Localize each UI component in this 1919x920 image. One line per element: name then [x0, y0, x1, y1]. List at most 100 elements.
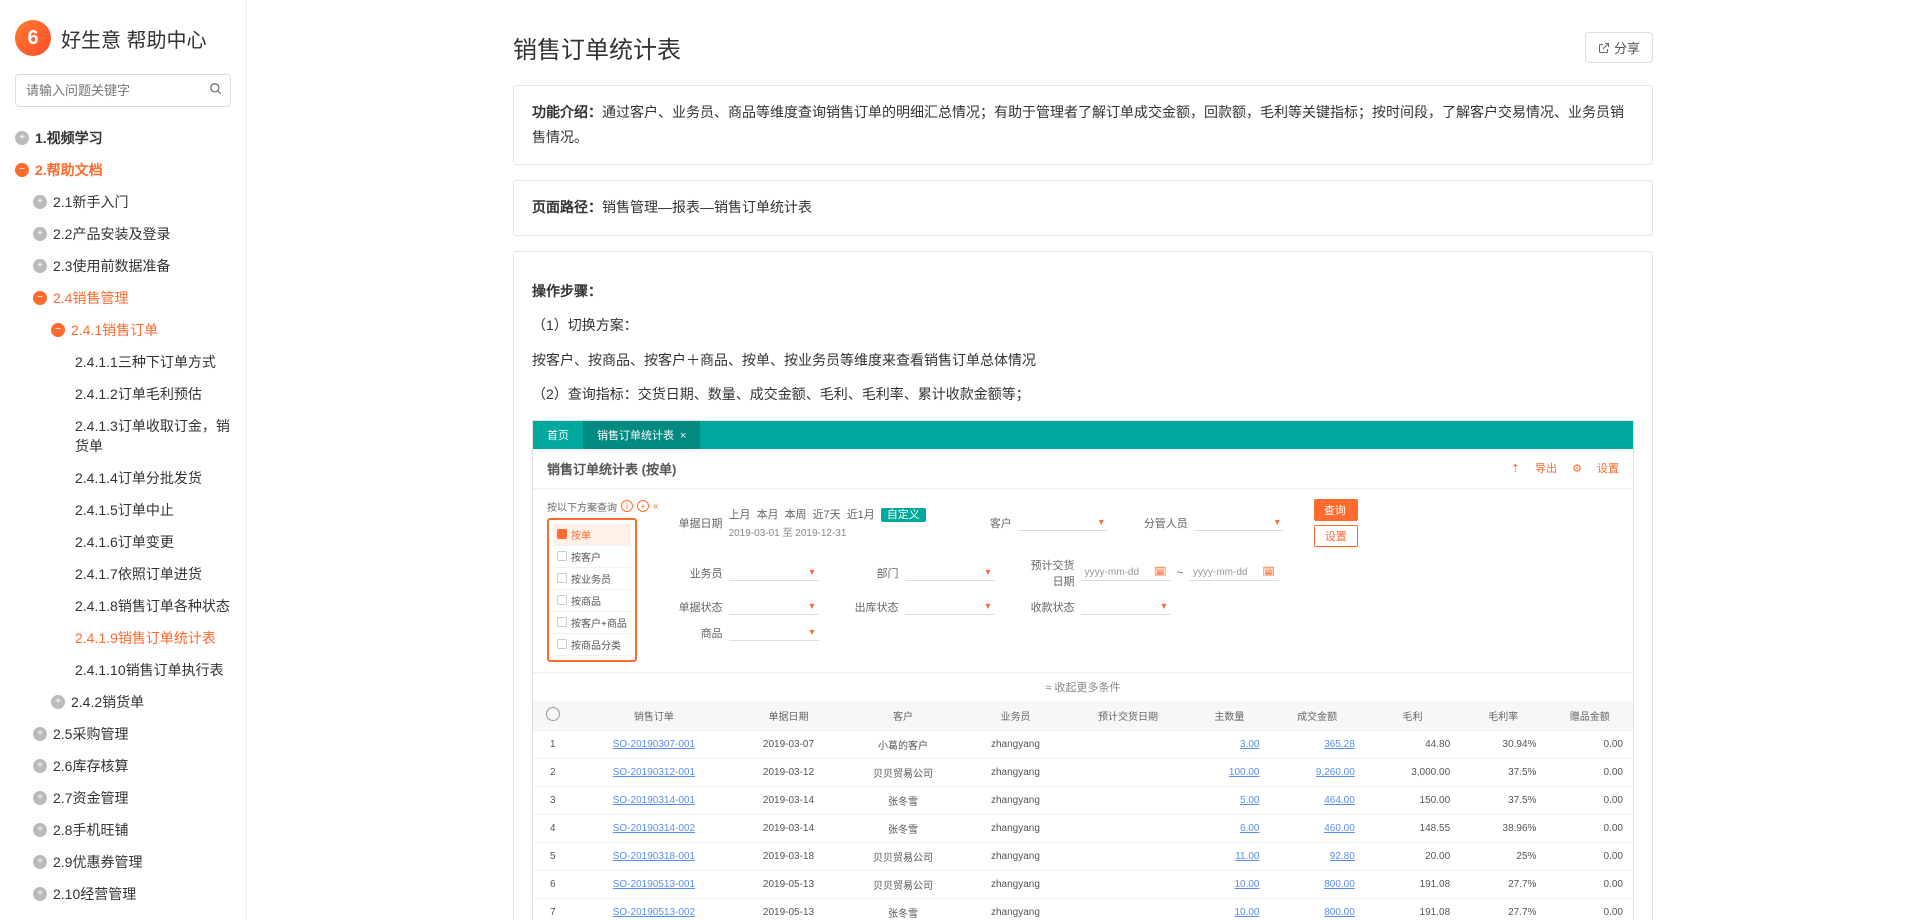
nav-item-242[interactable]: +2.4.2销货单	[51, 689, 231, 715]
scheme-option[interactable]: 按单	[553, 524, 631, 546]
nav-item-210[interactable]: +2.10经营管理	[33, 881, 231, 907]
nav-item-video[interactable]: +1.视频学习	[15, 125, 231, 151]
nav-item-26[interactable]: +2.6库存核算	[33, 753, 231, 779]
nav-item-24110[interactable]: 2.4.1.10销售订单执行表	[75, 657, 231, 683]
scheme-option[interactable]: 按客户	[553, 546, 631, 568]
recvstatus-select[interactable]: ▾	[1081, 599, 1171, 615]
export-link[interactable]: ⇡ 导出	[1511, 463, 1557, 475]
intro-card: 功能介绍：通过客户、业务员、商品等维度查询销售订单的明细汇总情况；有助于管理者了…	[513, 85, 1653, 165]
step1-text: 按客户、按商品、按客户＋商品、按单、按业务员等维度来查看销售订单总体情况	[532, 347, 1634, 374]
table-row[interactable]: 4SO-20190314-0022019-03-14张冬雪zhangyang6.…	[533, 814, 1633, 842]
steps-heading: 操作步骤：	[532, 278, 1634, 305]
plus-icon: +	[33, 759, 47, 773]
plus-icon: +	[33, 727, 47, 741]
plus-icon: +	[15, 131, 29, 145]
status-select[interactable]: ▾	[729, 599, 819, 615]
plus-icon: +	[33, 227, 47, 241]
path-card: 页面路径：销售管理—报表—销售订单统计表	[513, 180, 1653, 235]
query-button[interactable]: 查询	[1314, 499, 1358, 521]
nav-item-2412[interactable]: 2.4.1.2订单毛利预估	[75, 381, 231, 407]
nav-tree: +1.视频学习 −2.帮助文档 +2.1新手入门 +2.2产品安装及登录 +2.…	[15, 125, 231, 907]
plus-icon: +	[51, 695, 65, 709]
table-row[interactable]: 5SO-20190318-0012019-03-18贝贝贸易公司zhangyan…	[533, 842, 1633, 870]
nav-item-25[interactable]: +2.5采购管理	[33, 721, 231, 747]
salesperson-select[interactable]: ▾	[729, 565, 819, 581]
logo-icon: 6	[15, 20, 51, 56]
share-button[interactable]: 分享	[1585, 32, 1653, 63]
customer-select[interactable]: ▾	[1018, 515, 1108, 531]
nav-item-2413[interactable]: 2.4.1.3订单收取订金，销货单	[75, 413, 231, 459]
embedded-report-1: 首页 销售订单统计表 销售订单统计表 (按单) ⇡ 导出 ⚙ 设置 按以下方案查…	[532, 420, 1634, 920]
nav-item-24[interactable]: −2.4销售管理	[33, 285, 231, 311]
intro-text: 通过客户、业务员、商品等维度查询销售订单的明细汇总情况；有助于管理者了解订单成交…	[532, 104, 1624, 145]
nav-item-2417[interactable]: 2.4.1.7依照订单进货	[75, 561, 231, 587]
nav-item-2416[interactable]: 2.4.1.6订单变更	[75, 529, 231, 555]
date-from[interactable]: yyyy-mm-dd🗓	[1081, 565, 1171, 581]
nav-item-23[interactable]: +2.3使用前数据准备	[33, 253, 231, 279]
table-row[interactable]: 2SO-20190312-0012019-03-12贝贝贸易公司zhangyan…	[533, 758, 1633, 786]
intro-label: 功能介绍：	[532, 104, 602, 120]
result-table: 销售订单单据日期客户业务员预计交货日期主数量成交金额毛利毛利率赠品金额 1SO-…	[533, 701, 1633, 920]
plus-icon: +	[33, 259, 47, 273]
info-icon: i	[621, 500, 633, 512]
product-select[interactable]: ▾	[729, 625, 819, 641]
tab-home[interactable]: 首页	[533, 421, 583, 449]
minus-icon: −	[51, 323, 65, 337]
dept-select[interactable]: ▾	[905, 565, 995, 581]
gear-icon[interactable]	[546, 707, 560, 721]
search-icon[interactable]	[209, 82, 223, 99]
nav-item-2415[interactable]: 2.4.1.5订单中止	[75, 497, 231, 523]
minus-icon: −	[15, 163, 29, 177]
nav-item-help[interactable]: −2.帮助文档	[15, 157, 231, 183]
sidebar: 6 好生意 帮助中心 +1.视频学习 −2.帮助文档 +2.1新手入门 +2.2…	[0, 0, 247, 920]
table-row[interactable]: 1SO-20190307-0012019-03-07小葛的客户zhangyang…	[533, 730, 1633, 758]
report-title: 销售订单统计表 (按单)	[547, 459, 676, 478]
plus-icon: +	[33, 791, 47, 805]
tab-report[interactable]: 销售订单统计表	[583, 421, 700, 449]
collapse-toggle[interactable]: ≈ 收起更多条件	[533, 672, 1633, 701]
setting-button[interactable]: 设置	[1314, 525, 1358, 547]
scheme-option[interactable]: 按商品分类	[553, 634, 631, 656]
plus-icon: +	[33, 855, 47, 869]
page-title: 销售订单统计表	[513, 30, 681, 65]
scheme-option[interactable]: 按客户+商品	[553, 612, 631, 634]
share-label: 分享	[1614, 38, 1640, 57]
scheme-option[interactable]: 按业务员	[553, 568, 631, 590]
date-to[interactable]: yyyy-mm-dd🗓	[1189, 565, 1279, 581]
step1-line: （1）切换方案：	[532, 312, 1634, 339]
main-content: 销售订单统计表 分享 功能介绍：通过客户、业务员、商品等维度查询销售订单的明细汇…	[247, 0, 1919, 920]
nav-item-2418[interactable]: 2.4.1.8销售订单各种状态	[75, 593, 231, 619]
table-row[interactable]: 3SO-20190314-0012019-03-14张冬雪zhangyang5.…	[533, 786, 1633, 814]
share-icon	[1598, 42, 1610, 54]
plus-icon[interactable]: +	[637, 500, 649, 512]
app-name: 好生意 帮助中心	[61, 24, 207, 53]
minus-icon: −	[33, 291, 47, 305]
plus-icon: +	[33, 195, 47, 209]
search-input[interactable]	[15, 74, 231, 107]
table-row[interactable]: 7SO-20190513-0022019-05-13张冬雪zhangyang10…	[533, 898, 1633, 920]
logo-block: 6 好生意 帮助中心	[15, 20, 231, 56]
nav-item-21[interactable]: +2.1新手入门	[33, 189, 231, 215]
nav-item-22[interactable]: +2.2产品安装及登录	[33, 221, 231, 247]
date-quick-links[interactable]: 上月本月本周近7天近1月自定义	[729, 506, 932, 522]
scheme-option[interactable]: 按商品	[553, 590, 631, 612]
nav-item-2414[interactable]: 2.4.1.4订单分批发货	[75, 465, 231, 491]
outstatus-select[interactable]: ▾	[905, 599, 995, 615]
nav-item-27[interactable]: +2.7资金管理	[33, 785, 231, 811]
nav-item-241[interactable]: −2.4.1销售订单	[51, 317, 231, 343]
nav-item-29[interactable]: +2.9优惠券管理	[33, 849, 231, 875]
plus-icon: +	[33, 887, 47, 901]
date-range: 2019-03-01 至 2019-12-31	[729, 524, 932, 539]
nav-item-2419[interactable]: 2.4.1.9销售订单统计表	[75, 625, 231, 651]
plus-icon: +	[33, 823, 47, 837]
table-row[interactable]: 6SO-20190513-0012019-05-13贝贝贸易公司zhangyan…	[533, 870, 1633, 898]
settings-link[interactable]: ⚙ 设置	[1572, 463, 1619, 475]
assign-select[interactable]: ▾	[1194, 515, 1284, 531]
report-tabs: 首页 销售订单统计表	[533, 421, 1633, 449]
scheme-panel: 按以下方案查询i+« 按单按客户按业务员按商品按客户+商品按商品分类	[547, 499, 659, 662]
collapse-icon[interactable]: «	[653, 501, 659, 512]
step2-line: （2）查询指标：交货日期、数量、成交金额、毛利、毛利率、累计收款金额等；	[532, 381, 1634, 408]
nav-item-2411[interactable]: 2.4.1.1三种下订单方式	[75, 349, 231, 375]
path-label: 页面路径：	[532, 199, 602, 215]
nav-item-28[interactable]: +2.8手机旺铺	[33, 817, 231, 843]
